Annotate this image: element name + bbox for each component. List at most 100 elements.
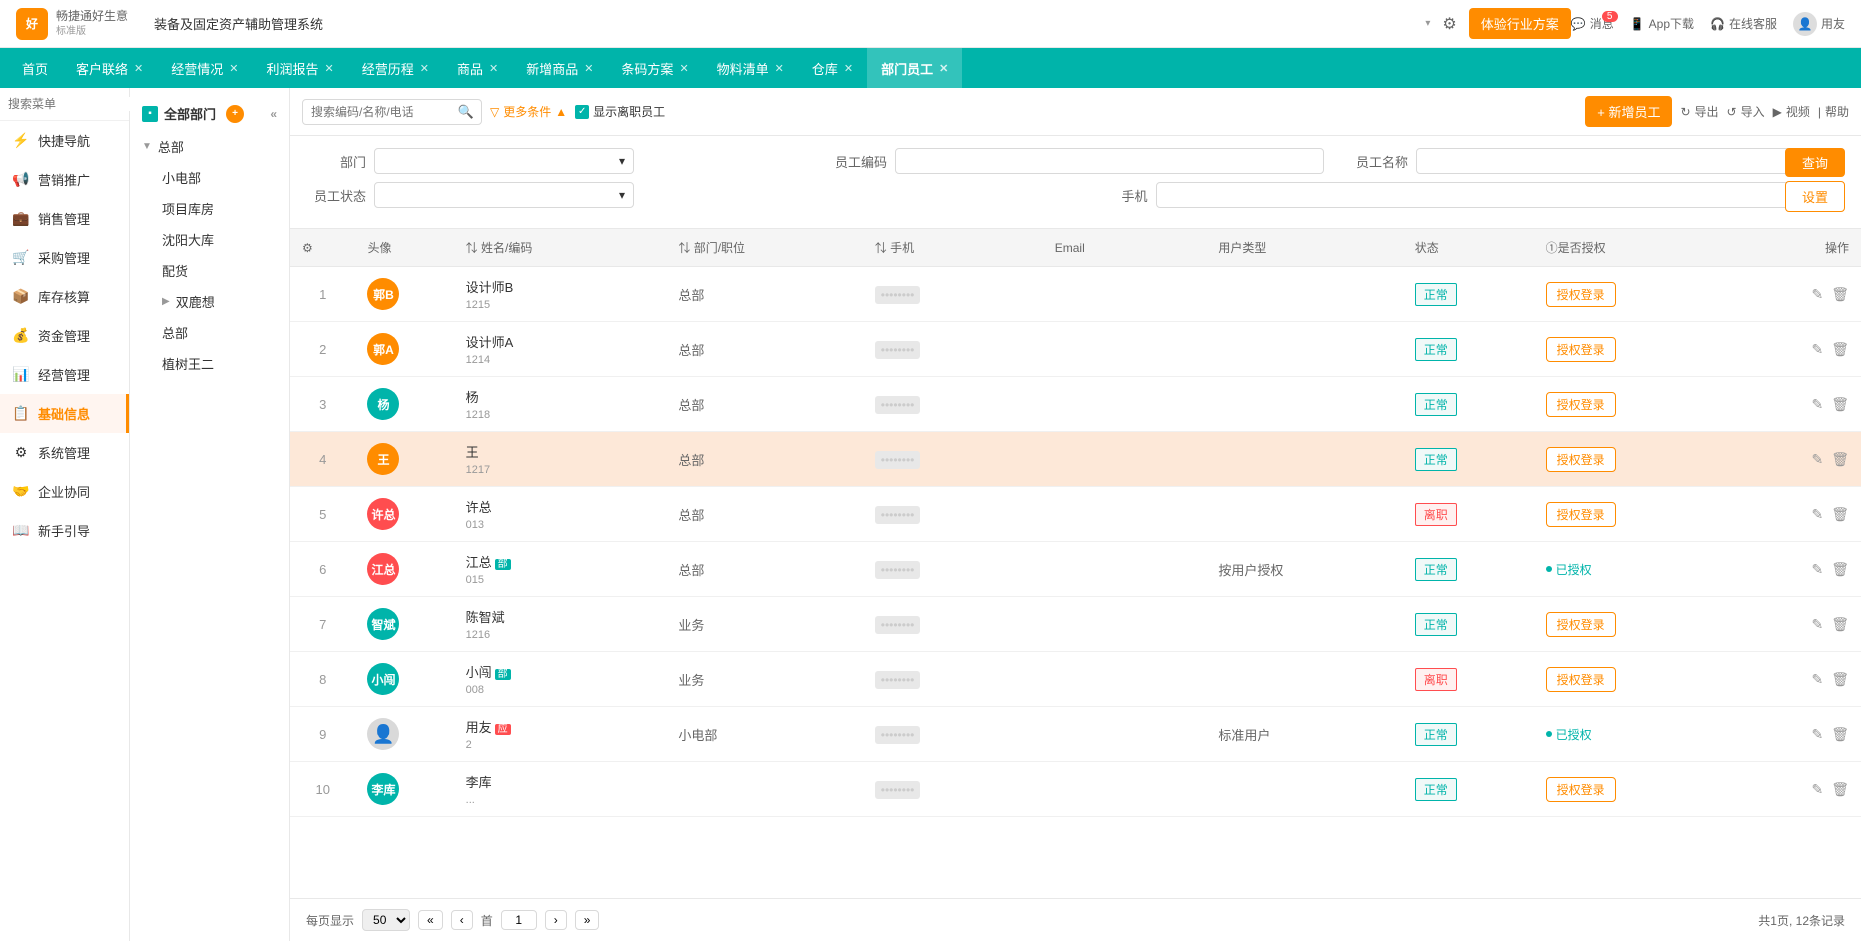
trial-button[interactable]: 体验行业方案 bbox=[1469, 8, 1571, 39]
delete-icon[interactable]: 🗑 bbox=[1831, 671, 1849, 688]
delete-icon[interactable]: 🗑 bbox=[1831, 396, 1849, 413]
close-icon[interactable]: ✕ bbox=[325, 62, 334, 75]
page-size-select[interactable]: 50 bbox=[362, 909, 410, 931]
auth-button[interactable]: 授权登录 bbox=[1546, 667, 1616, 692]
first-page-button[interactable]: « bbox=[418, 910, 443, 930]
tab-history[interactable]: 经营历程 ✕ bbox=[348, 48, 443, 88]
tree-item-zongbu[interactable]: 总部 bbox=[130, 317, 289, 348]
close-icon[interactable]: ✕ bbox=[134, 62, 143, 75]
sidebar-item-marketing[interactable]: 📢 营销推广 bbox=[0, 160, 129, 199]
settings-gear-icon[interactable]: ⚙ bbox=[1442, 14, 1456, 34]
phone-input[interactable] bbox=[1156, 182, 1846, 208]
tab-customer[interactable]: 客户联络 ✕ bbox=[62, 48, 157, 88]
delete-icon[interactable]: 🗑 bbox=[1831, 561, 1849, 578]
col-settings[interactable]: ⚙ bbox=[290, 229, 355, 267]
sidebar-item-sales[interactable]: 💼 销售管理 bbox=[0, 199, 129, 238]
import-button[interactable]: ↺ 导入 bbox=[1727, 103, 1765, 120]
auth-button[interactable]: 授权登录 bbox=[1546, 612, 1616, 637]
col-dept[interactable]: ⇅ 部门/职位 bbox=[666, 229, 862, 267]
delete-icon[interactable]: 🗑 bbox=[1831, 616, 1849, 633]
sidebar-item-enterprise[interactable]: 🤝 企业协同 bbox=[0, 472, 129, 511]
tab-home[interactable]: 首页 bbox=[8, 48, 62, 88]
tree-item-shenyang[interactable]: 沈阳大库 bbox=[130, 224, 289, 255]
tree-item-project[interactable]: 项目库房 bbox=[130, 193, 289, 224]
tree-item-small-elec[interactable]: 小电部 bbox=[130, 162, 289, 193]
sidebar-item-finance[interactable]: 💰 资金管理 bbox=[0, 316, 129, 355]
edit-icon[interactable]: ✎ bbox=[1811, 506, 1823, 523]
dept-select[interactable]: ▾ bbox=[374, 148, 634, 174]
sidebar-item-inventory[interactable]: 📦 库存核算 bbox=[0, 277, 129, 316]
last-page-button[interactable]: » bbox=[575, 910, 600, 930]
add-employee-button[interactable]: + 新增员工 bbox=[1585, 96, 1672, 127]
auth-button[interactable]: 授权登录 bbox=[1546, 502, 1616, 527]
auth-button[interactable]: 授权登录 bbox=[1546, 392, 1616, 417]
show-dimissed-toggle[interactable]: ✓ 显示离职员工 bbox=[575, 103, 665, 120]
tab-goods[interactable]: 商品 ✕ bbox=[443, 48, 512, 88]
tab-bom[interactable]: 物料清单 ✕ bbox=[703, 48, 798, 88]
close-icon[interactable]: ✕ bbox=[420, 62, 429, 75]
tree-item-shuanglu[interactable]: ▶ 双鹿想 bbox=[130, 286, 289, 317]
auth-button[interactable]: 授权登录 bbox=[1546, 777, 1616, 802]
app-download-area[interactable]: 📱 App下载 bbox=[1630, 15, 1694, 32]
emp-code-input[interactable] bbox=[895, 148, 1324, 174]
setting-button[interactable]: 设置 bbox=[1785, 181, 1845, 212]
close-icon[interactable]: ✕ bbox=[775, 62, 784, 75]
sidebar-item-purchase[interactable]: 🛒 采购管理 bbox=[0, 238, 129, 277]
edit-icon[interactable]: ✎ bbox=[1811, 451, 1823, 468]
tab-warehouse[interactable]: 仓库 ✕ bbox=[798, 48, 867, 88]
delete-icon[interactable]: 🗑 bbox=[1831, 726, 1849, 743]
delete-icon[interactable]: 🗑 bbox=[1831, 341, 1849, 358]
sidebar-item-quick-nav[interactable]: ⚡ 快捷导航 bbox=[0, 121, 129, 160]
tree-item-peihua[interactable]: 配货 bbox=[130, 255, 289, 286]
close-icon[interactable]: ✕ bbox=[489, 62, 498, 75]
search-submit-icon[interactable]: 🔍 bbox=[458, 104, 474, 120]
edit-icon[interactable]: ✎ bbox=[1811, 671, 1823, 688]
tree-collapse-button[interactable]: « bbox=[270, 107, 277, 121]
edit-icon[interactable]: ✎ bbox=[1811, 396, 1823, 413]
edit-icon[interactable]: ✎ bbox=[1811, 726, 1823, 743]
export-button[interactable]: ↻ 导出 bbox=[1680, 103, 1718, 120]
edit-icon[interactable]: ✎ bbox=[1811, 561, 1823, 578]
sidebar-item-basics[interactable]: 📋 基础信息 bbox=[0, 394, 129, 433]
auth-button[interactable]: 授权登录 bbox=[1546, 447, 1616, 472]
col-phone[interactable]: ⇅ 手机 bbox=[863, 229, 1043, 267]
edit-icon[interactable]: ✎ bbox=[1811, 341, 1823, 358]
close-icon[interactable]: ✕ bbox=[679, 62, 688, 75]
edit-icon[interactable]: ✎ bbox=[1811, 781, 1823, 798]
tree-item-general[interactable]: ▼ 总部 bbox=[130, 131, 289, 162]
delete-icon[interactable]: 🗑 bbox=[1831, 451, 1849, 468]
tab-profit[interactable]: 利润报告 ✕ bbox=[252, 48, 347, 88]
help-button[interactable]: | 帮助 bbox=[1818, 103, 1849, 120]
system-dropdown-arrow[interactable]: ▾ bbox=[1425, 18, 1430, 29]
close-icon[interactable]: ✕ bbox=[229, 62, 238, 75]
query-button[interactable]: 查询 bbox=[1785, 148, 1845, 177]
tab-department[interactable]: 部门员工 ✕ bbox=[867, 48, 962, 88]
delete-icon[interactable]: 🗑 bbox=[1831, 506, 1849, 523]
tab-operations[interactable]: 经营情况 ✕ bbox=[157, 48, 252, 88]
col-name[interactable]: ⇅ 姓名/编码 bbox=[454, 229, 667, 267]
tab-new-goods[interactable]: 新增商品 ✕ bbox=[512, 48, 607, 88]
close-icon[interactable]: ✕ bbox=[584, 62, 593, 75]
page-number-input[interactable] bbox=[501, 910, 537, 930]
delete-icon[interactable]: 🗑 bbox=[1831, 781, 1849, 798]
sidebar-item-guide[interactable]: 📖 新手引导 bbox=[0, 511, 129, 550]
tab-barcode[interactable]: 条码方案 ✕ bbox=[607, 48, 702, 88]
view-button[interactable]: ▶ 视频 bbox=[1773, 103, 1810, 120]
close-icon[interactable]: ✕ bbox=[939, 62, 948, 75]
search-input[interactable] bbox=[302, 99, 482, 125]
delete-icon[interactable]: 🗑 bbox=[1831, 286, 1849, 303]
tree-add-icon[interactable]: + bbox=[226, 105, 244, 123]
tree-item-zhishu[interactable]: 植树王二 bbox=[130, 348, 289, 379]
close-icon[interactable]: ✕ bbox=[844, 62, 853, 75]
auth-button[interactable]: 授权登录 bbox=[1546, 282, 1616, 307]
edit-icon[interactable]: ✎ bbox=[1811, 616, 1823, 633]
emp-name-input[interactable] bbox=[1416, 148, 1845, 174]
sidebar-item-operations[interactable]: 📊 经营管理 bbox=[0, 355, 129, 394]
prev-page-button[interactable]: ‹ bbox=[451, 910, 473, 930]
emp-status-select[interactable]: ▾ bbox=[374, 182, 634, 208]
edit-icon[interactable]: ✎ bbox=[1811, 286, 1823, 303]
sidebar-item-system[interactable]: ⚙ 系统管理 bbox=[0, 433, 129, 472]
message-icon-area[interactable]: 💬 消息 5 bbox=[1571, 15, 1614, 32]
user-area[interactable]: 👤 用友 bbox=[1793, 12, 1845, 36]
auth-button[interactable]: 授权登录 bbox=[1546, 337, 1616, 362]
